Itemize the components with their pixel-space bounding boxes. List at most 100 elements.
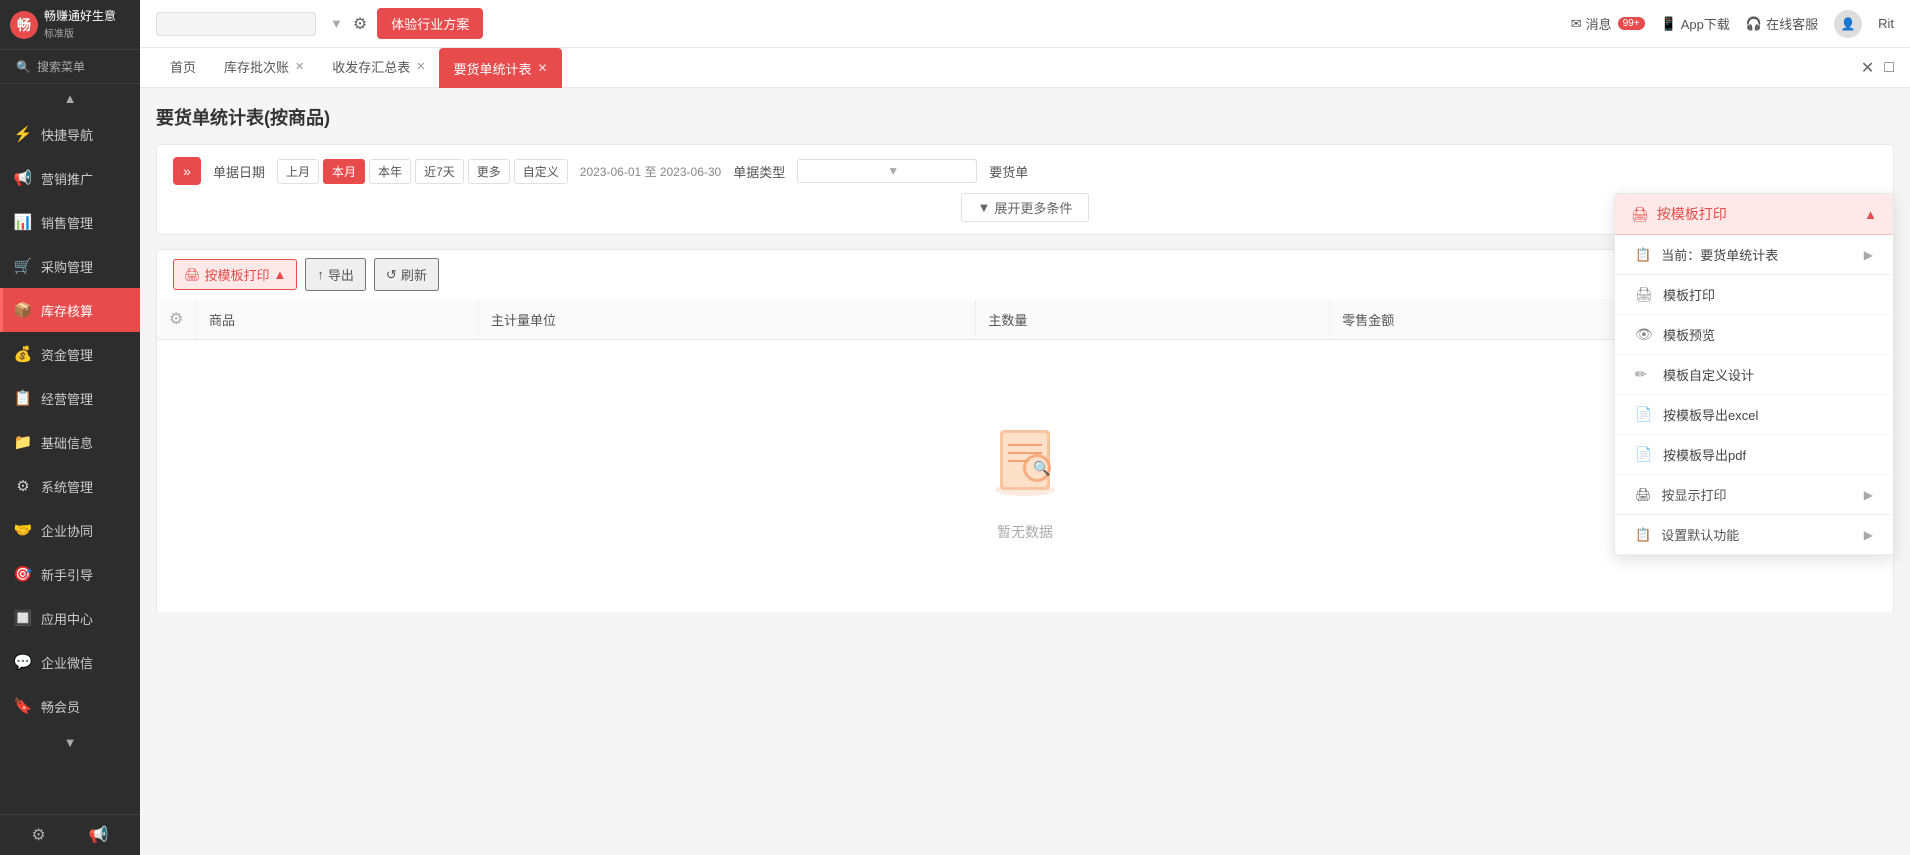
sidebar-footer: ⚙ 📢 [0, 814, 140, 855]
sidebar-item-finance[interactable]: 💰 资金管理 [0, 332, 140, 376]
export-btn[interactable]: ↑ 导出 [305, 258, 366, 291]
template-excel-icon: 📄 [1635, 406, 1653, 423]
system-icon: ⚙ [13, 476, 33, 496]
sidebar-item-sales[interactable]: 📊 销售管理 [0, 200, 140, 244]
avatar[interactable]: 👤 [1834, 10, 1862, 38]
dropdown-current-left: 📋 当前：要货单统计表 [1635, 245, 1778, 264]
dropdown-item-template-excel[interactable]: 📄 按模板导出excel [1615, 395, 1893, 435]
dropdown-group-default-setting[interactable]: 📋 设置默认功能 ▶ [1615, 515, 1893, 555]
date-this-month[interactable]: 本月 [323, 159, 365, 184]
finance-icon: 💰 [13, 344, 33, 364]
date-more[interactable]: 更多 [468, 159, 510, 184]
date-this-year[interactable]: 本年 [369, 159, 411, 184]
action-left: 🖨 按模板打印 ▲ ↑ 导出 ↺ 刷新 [173, 258, 439, 291]
tabs-expand-icon[interactable]: □ [1884, 59, 1894, 77]
tabs-right-controls: ✕ □ [1861, 58, 1894, 78]
sidebar-item-apps[interactable]: 🔲 应用中心 [0, 596, 140, 640]
doc-type-chevron: ▼ [887, 164, 968, 178]
refresh-icon: ↺ [386, 267, 397, 283]
industry-btn[interactable]: 体验行业方案 [377, 8, 483, 39]
col-settings[interactable]: ⚙ [157, 299, 197, 340]
operations-icon: 📋 [13, 388, 33, 408]
empty-text: 暂无数据 [997, 522, 1053, 542]
topbar-search-box[interactable] [156, 12, 316, 36]
scroll-up-btn[interactable]: ▲ [0, 84, 140, 112]
sidebar-nav: ▲ ⚡ 快捷导航 📢 营销推广 📊 销售管理 🛒 采购管理 📦 库存核算 💰 资… [0, 84, 140, 814]
sidebar-item-operations[interactable]: 📋 经营管理 [0, 376, 140, 420]
dropdown-print-icon: 🖨 [1631, 206, 1649, 223]
col-quantity: 主数量 [976, 299, 1330, 340]
dropdown-header[interactable]: 🖨 按模板打印 ▲ [1615, 194, 1893, 235]
tab-collection-summary-close[interactable]: ✕ [416, 60, 425, 73]
dropdown-item-template-design[interactable]: ✏ 模板自定义设计 [1615, 355, 1893, 395]
current-chevron-icon: ▶ [1864, 248, 1873, 262]
guide-icon: 🎯 [13, 564, 33, 584]
dropdown-item-template-print[interactable]: 🖨 模板打印 [1615, 275, 1893, 315]
current-template-icon: 📋 [1635, 247, 1651, 263]
app-logo: 畅 畅赚通好生意 标准版 [0, 0, 140, 50]
marketing-icon: 📢 [13, 168, 33, 188]
filter-expand-icon[interactable]: » [173, 157, 201, 185]
dropdown-item-template-pdf[interactable]: 📄 按模板导出pdf [1615, 435, 1893, 475]
doc-type-select[interactable]: ▼ [797, 159, 977, 183]
order-category-label: 要货单 [989, 162, 1028, 181]
apps-icon: 🔲 [13, 608, 33, 628]
date-last-month[interactable]: 上月 [277, 159, 319, 184]
headset-icon: 🎧 [1746, 16, 1762, 32]
sidebar-item-inventory[interactable]: 📦 库存核算 [0, 288, 140, 332]
sidebar-item-member[interactable]: 🔖 畅会员 [0, 684, 140, 728]
search-input[interactable] [167, 17, 305, 31]
date-last-7[interactable]: 近7天 [415, 159, 464, 184]
tab-batch-account[interactable]: 库存批次账 ✕ [210, 48, 318, 88]
sidebar-item-marketing[interactable]: 📢 营销推广 [0, 156, 140, 200]
scroll-down-btn[interactable]: ▼ [0, 728, 140, 756]
tab-home[interactable]: 首页 [156, 48, 210, 88]
message-icon: ✉ [1571, 16, 1582, 32]
enterprise-icon: 🤝 [13, 520, 33, 540]
footer-settings-icon[interactable]: ⚙ [31, 825, 45, 845]
app-download-btn[interactable]: 📱 App下载 [1661, 14, 1730, 33]
expand-more-btn[interactable]: ▼ 展开更多条件 [961, 193, 1090, 222]
purchase-icon: 🛒 [13, 256, 33, 276]
dropdown-item-template-preview[interactable]: 👁 模板预览 [1615, 315, 1893, 355]
tab-collection-summary[interactable]: 收发存汇总表 ✕ [318, 48, 439, 88]
quick-nav-icon: ⚡ [13, 124, 33, 144]
default-setting-chevron: ▶ [1864, 528, 1873, 542]
topbar: ▼ ⚙ 体验行业方案 ✉ 消息 99+ 📱 App下载 🎧 在线客服 👤 Rit [140, 0, 1910, 48]
dropdown-header-left: 🖨 按模板打印 [1631, 204, 1727, 224]
basic-icon: 📁 [13, 432, 33, 452]
date-custom[interactable]: 自定义 [514, 159, 568, 184]
print-icon: 🖨 [184, 267, 201, 283]
print-btn[interactable]: 🖨 按模板打印 ▲ [173, 259, 297, 290]
export-icon: ↑ [317, 267, 324, 282]
sidebar-item-basic[interactable]: 📁 基础信息 [0, 420, 140, 464]
display-print-icon: 🖨 [1635, 487, 1652, 503]
sidebar-item-quick-nav[interactable]: ⚡ 快捷导航 [0, 112, 140, 156]
tab-batch-account-close[interactable]: ✕ [295, 60, 304, 73]
tabs-close-icon[interactable]: ✕ [1861, 58, 1874, 78]
sidebar-search[interactable]: 🔍 搜索菜单 [0, 50, 140, 84]
dropdown-chevron-icon[interactable]: ▲ [1864, 207, 1877, 222]
refresh-btn[interactable]: ↺ 刷新 [374, 258, 439, 291]
wechat-icon: 💬 [13, 652, 33, 672]
topbar-gear-icon[interactable]: ⚙ [353, 14, 367, 34]
dropdown-group-display-print[interactable]: 🖨 按显示打印 ▶ [1615, 475, 1893, 515]
topbar-dropdown-icon[interactable]: ▼ [330, 16, 343, 31]
sidebar-item-system[interactable]: ⚙ 系统管理 [0, 464, 140, 508]
date-range-display: 2023-06-01 至 2023-06-30 [580, 163, 721, 180]
message-btn[interactable]: ✉ 消息 99+ [1571, 14, 1645, 33]
col-settings-icon[interactable]: ⚙ [169, 311, 183, 328]
tab-order-stats-close[interactable]: ✕ [538, 61, 548, 75]
sidebar-item-wechat[interactable]: 💬 企业微信 [0, 640, 140, 684]
sidebar-item-guide[interactable]: 🎯 新手引导 [0, 552, 140, 596]
sidebar-item-enterprise[interactable]: 🤝 企业协同 [0, 508, 140, 552]
tabs-bar: 首页 库存批次账 ✕ 收发存汇总表 ✕ 要货单统计表 ✕ ✕ □ [140, 48, 1910, 88]
print-dropdown: 🖨 按模板打印 ▲ 📋 当前：要货单统计表 ▶ 🖨 模板打印 👁 模板预览 [1614, 193, 1894, 556]
dropdown-current-template[interactable]: 📋 当前：要货单统计表 ▶ [1615, 235, 1893, 275]
tab-order-stats[interactable]: 要货单统计表 ✕ [439, 48, 561, 88]
footer-speaker-icon[interactable]: 📢 [89, 825, 109, 845]
expand-down-icon: ▼ [978, 200, 991, 215]
online-service-btn[interactable]: 🎧 在线客服 [1746, 14, 1818, 33]
username-label: Rit [1878, 16, 1894, 31]
sidebar-item-purchase[interactable]: 🛒 采购管理 [0, 244, 140, 288]
